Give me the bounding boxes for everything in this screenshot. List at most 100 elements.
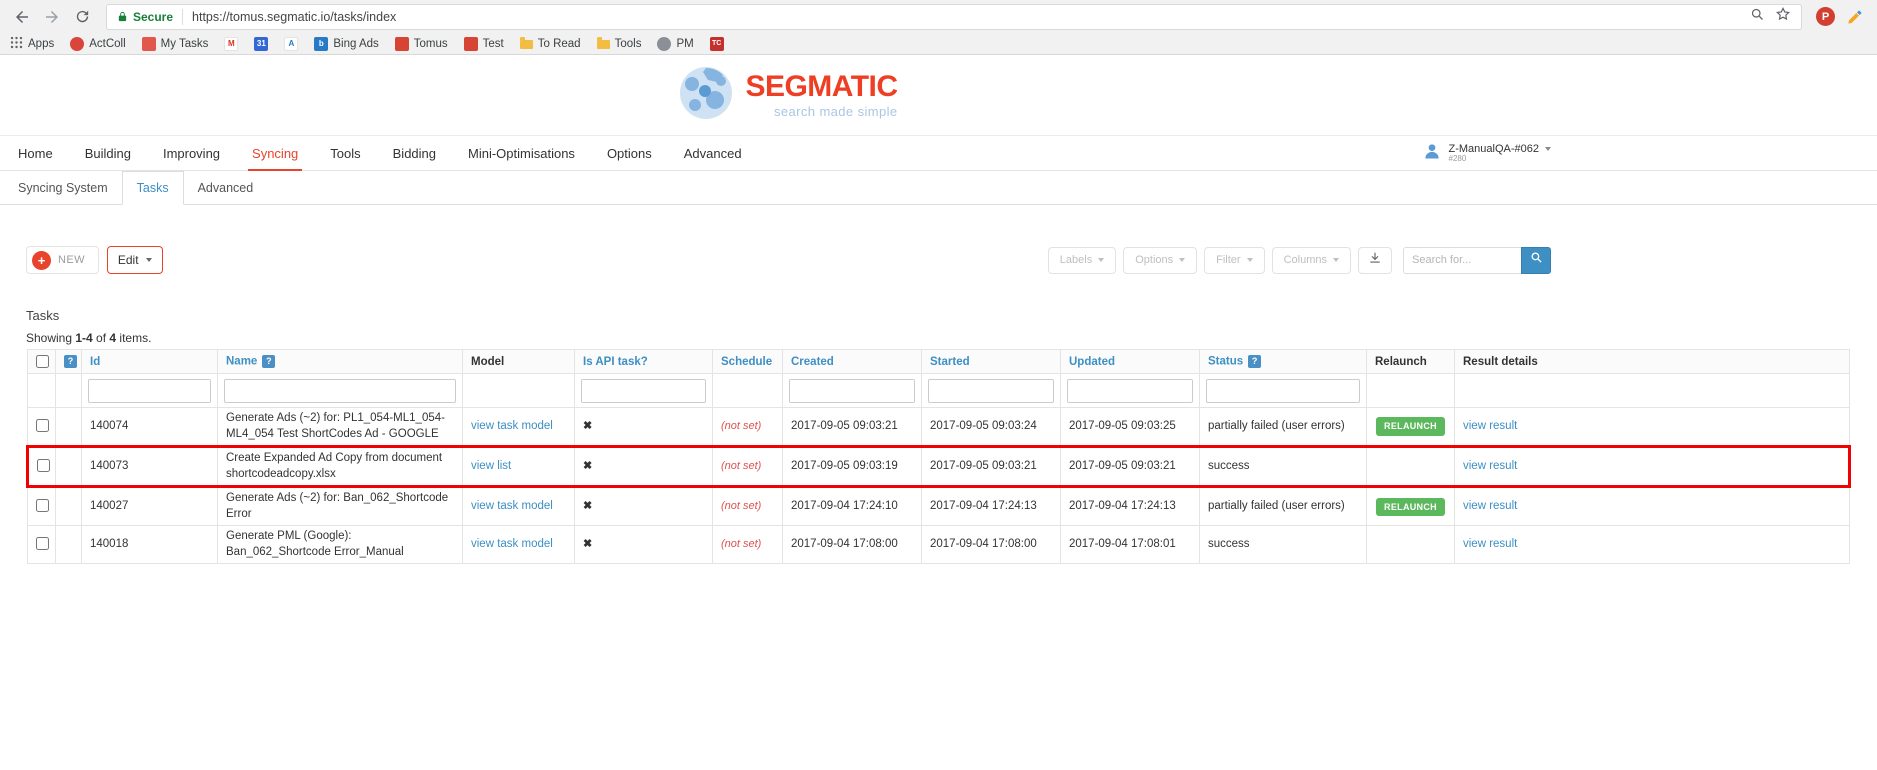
help-icon[interactable]: ? — [262, 355, 276, 368]
filter-status-input[interactable] — [1206, 378, 1360, 403]
nav-item-mini-optimisations[interactable]: Mini-Optimisations — [452, 136, 591, 170]
task-id: 140074 — [81, 406, 218, 448]
bookmark-item[interactable]: TC — [709, 36, 724, 51]
nav-item-building[interactable]: Building — [69, 136, 147, 170]
relaunch-button[interactable]: RELAUNCH — [1376, 417, 1445, 436]
logo-wordmark: SEGMATIC — [745, 69, 898, 103]
column-header-schedule[interactable]: Schedule — [712, 349, 783, 374]
bookmark-favicon-icon — [394, 36, 409, 51]
task-id: 140073 — [81, 445, 218, 489]
tab-tasks[interactable]: Tasks — [121, 171, 184, 205]
caret-down-icon — [1545, 146, 1551, 151]
select-all-checkbox[interactable] — [36, 355, 49, 368]
caret-down-icon — [1179, 258, 1186, 262]
view-result-link[interactable]: view result — [1463, 460, 1517, 472]
tab-syncing-system[interactable]: Syncing System — [4, 171, 122, 204]
bookmark-item[interactable]: M — [224, 36, 239, 51]
column-header-name[interactable]: Name? — [217, 349, 463, 374]
created-value: 2017-09-04 17:08:00 — [782, 525, 922, 565]
edit-dropdown-button[interactable]: Edit — [106, 246, 163, 274]
new-button[interactable]: + NEW — [26, 246, 99, 274]
relaunch-button[interactable]: RELAUNCH — [1376, 497, 1445, 516]
empty-cell — [1366, 445, 1455, 489]
model-link[interactable]: view task model — [471, 420, 553, 432]
bookmark-item[interactable]: ActColl — [70, 36, 126, 51]
task-name: Generate Ads (~2) for: Ban_062_Shortcode… — [217, 486, 463, 527]
forward-icon[interactable] — [38, 3, 66, 31]
filter-row — [27, 373, 1850, 408]
sub-navigation: Syncing System Tasks Advanced — [0, 171, 1877, 205]
help-icon[interactable]: ? — [1248, 355, 1262, 368]
row-checkbox[interactable] — [36, 499, 49, 513]
nav-item-improving[interactable]: Improving — [147, 136, 236, 170]
column-header-status[interactable]: Status? — [1199, 349, 1367, 374]
main-navigation: Home Building Improving Syncing Tools Bi… — [0, 135, 1877, 171]
filter-started-input[interactable] — [928, 378, 1054, 403]
options-dropdown-button[interactable]: Options — [1123, 246, 1198, 274]
filter-dropdown-button[interactable]: Filter — [1204, 246, 1265, 274]
empty-cell — [55, 445, 82, 489]
back-icon[interactable] — [8, 3, 36, 31]
help-icon[interactable]: ? — [64, 355, 77, 368]
filter-is-api-input[interactable] — [581, 378, 706, 403]
bookmark-item[interactable]: PM — [657, 36, 694, 51]
columns-dropdown-button[interactable]: Columns — [1271, 246, 1351, 274]
column-header-is-api[interactable]: Is API task? — [574, 349, 713, 374]
bookmark-item[interactable]: Tomus — [394, 36, 448, 51]
extension-pencil-icon[interactable] — [1841, 3, 1869, 31]
view-result-link[interactable]: view result — [1463, 538, 1517, 550]
nav-item-advanced[interactable]: Advanced — [668, 136, 758, 170]
bookmark-item[interactable]: 31 — [254, 36, 269, 51]
filter-name-input[interactable] — [224, 378, 456, 403]
zoom-icon[interactable] — [1750, 7, 1765, 27]
user-menu[interactable]: Z-ManualQA-#062 #280 — [1422, 136, 1551, 170]
column-header-model: Model — [462, 349, 575, 374]
created-value: 2017-09-04 17:24:10 — [782, 486, 922, 527]
url-text[interactable]: https://tomus.segmatic.io/tasks/index — [192, 10, 1750, 24]
bookmark-item[interactable]: b Bing Ads — [314, 36, 379, 51]
column-header-started[interactable]: Started — [921, 349, 1061, 374]
export-button[interactable] — [1358, 246, 1392, 274]
nav-item-bidding[interactable]: Bidding — [377, 136, 452, 170]
address-bar[interactable]: Secure https://tomus.segmatic.io/tasks/i… — [106, 3, 1802, 30]
row-checkbox[interactable] — [36, 419, 49, 433]
view-result-link[interactable]: view result — [1463, 420, 1517, 432]
refresh-icon[interactable] — [68, 3, 96, 31]
tab-advanced[interactable]: Advanced — [184, 171, 268, 204]
column-header-created[interactable]: Created — [782, 349, 922, 374]
bookmark-item[interactable]: Tools — [596, 37, 641, 50]
empty-cell — [712, 373, 783, 408]
filter-created-input[interactable] — [789, 378, 915, 403]
view-result-link[interactable]: view result — [1463, 500, 1517, 512]
model-link[interactable]: view task model — [471, 538, 553, 550]
row-checkbox[interactable] — [37, 459, 50, 473]
model-link[interactable]: view task model — [471, 500, 553, 512]
cross-icon: ✖ — [583, 537, 593, 550]
search-button[interactable] — [1521, 246, 1551, 274]
column-header-id[interactable]: Id — [81, 349, 218, 374]
nav-item-options[interactable]: Options — [591, 136, 668, 170]
created-value: 2017-09-05 09:03:21 — [782, 406, 922, 448]
secure-indicator[interactable]: Secure — [117, 10, 173, 24]
bookmark-item[interactable]: Test — [463, 36, 504, 51]
nav-item-syncing[interactable]: Syncing — [236, 136, 314, 171]
model-link[interactable]: view list — [471, 460, 511, 472]
filter-id-input[interactable] — [88, 378, 211, 403]
filter-updated-input[interactable] — [1067, 378, 1193, 403]
bookmark-item[interactable]: A — [284, 36, 299, 51]
page-title: Tasks — [26, 308, 60, 323]
bookmark-item[interactable]: To Read — [519, 37, 581, 50]
site-logo[interactable]: SEGMATIC search made simple — [0, 55, 1577, 135]
bookmark-favicon-icon: A — [284, 36, 299, 51]
column-header-updated[interactable]: Updated — [1060, 349, 1200, 374]
extension-p-icon[interactable]: P — [1816, 7, 1835, 26]
search-input[interactable] — [1403, 246, 1521, 274]
updated-value: 2017-09-05 09:03:25 — [1060, 406, 1200, 448]
labels-dropdown-button[interactable]: Labels — [1047, 246, 1117, 274]
row-checkbox[interactable] — [36, 537, 49, 551]
star-icon[interactable] — [1775, 6, 1791, 27]
nav-item-home[interactable]: Home — [2, 136, 69, 170]
bookmark-item[interactable]: My Tasks — [141, 36, 208, 51]
nav-item-tools[interactable]: Tools — [314, 136, 376, 170]
bookmark-item-apps[interactable]: Apps — [10, 36, 54, 52]
